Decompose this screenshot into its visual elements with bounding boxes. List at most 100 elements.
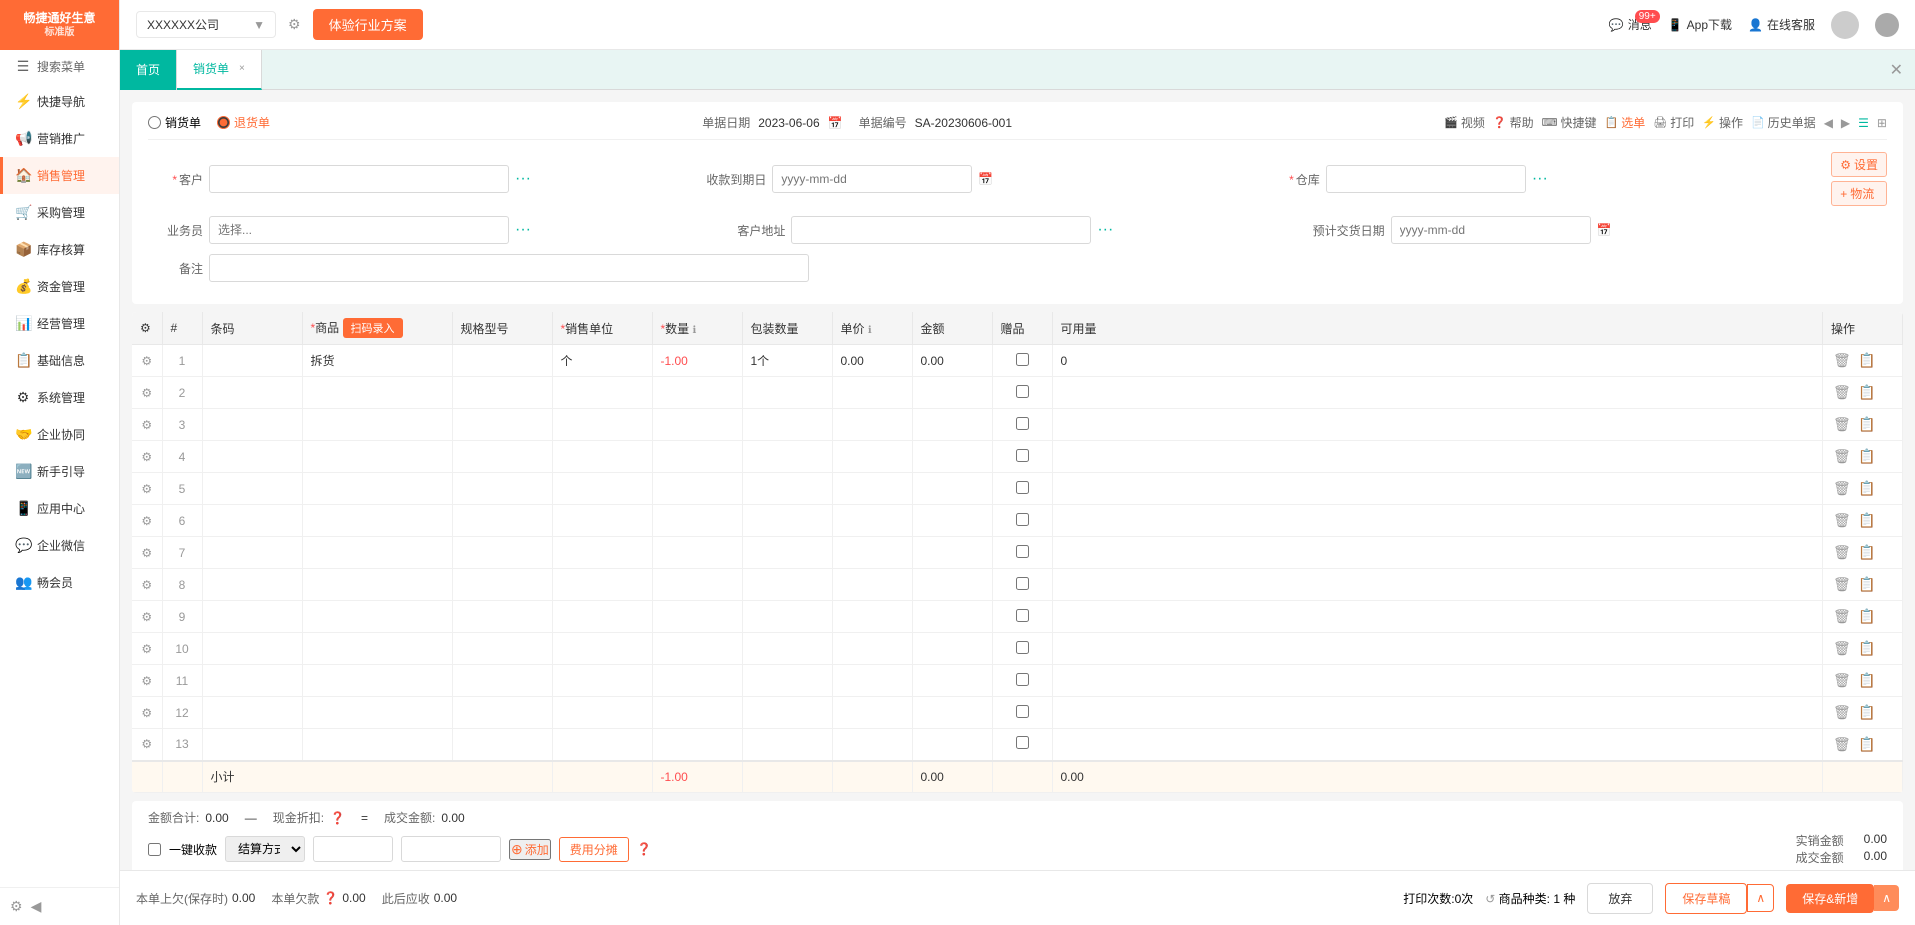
copy-row-btn[interactable]: 📋 [1858,384,1875,400]
grid-view-icon[interactable]: ⊞ [1877,116,1887,130]
row-price[interactable] [832,569,912,601]
row-product[interactable] [302,697,452,729]
row-unit[interactable] [552,441,652,473]
row-unit[interactable] [552,537,652,569]
row-price[interactable] [832,441,912,473]
copy-row-btn[interactable]: 📋 [1858,672,1875,688]
delete-row-btn[interactable]: 🗑 [1833,384,1851,400]
sidebar-item-purchase[interactable]: 🛒 采购管理 [0,194,119,231]
delete-row-btn[interactable]: 🗑 [1833,704,1851,720]
delete-row-btn[interactable]: 🗑 [1833,672,1851,688]
row-pack-qty[interactable] [742,729,832,761]
row-qty[interactable] [652,697,742,729]
trial-button[interactable]: 体验行业方案 [313,9,423,40]
row-product[interactable] [302,729,452,761]
delete-row-btn[interactable]: 🗑 [1833,480,1851,496]
row-gift[interactable] [992,601,1052,633]
row-gift[interactable] [992,345,1052,377]
customer-input[interactable] [209,165,509,193]
setting-button[interactable]: ⚙ 设置 [1831,152,1887,177]
help-btn[interactable]: ❓ 帮助 [1493,114,1534,131]
row-product[interactable] [302,633,452,665]
row-pack-qty[interactable] [742,697,832,729]
row-unit[interactable] [552,697,652,729]
row-spec[interactable] [452,633,552,665]
row-gift[interactable] [992,441,1052,473]
row-amount[interactable] [912,473,992,505]
row-amount[interactable] [912,537,992,569]
sidebar-item-sales[interactable]: 🏠 销售管理 [0,157,119,194]
row-product[interactable] [302,537,452,569]
copy-row-btn[interactable]: 📋 [1858,640,1875,656]
row-spec[interactable] [452,473,552,505]
pick-btn[interactable]: 📋 选单 [1605,114,1646,131]
amount-input[interactable] [401,836,501,862]
row-barcode[interactable] [202,537,302,569]
customer-more-btn[interactable]: ··· [515,170,531,188]
add-payment-button[interactable]: ⊕ 添加 [509,839,551,860]
copy-row-btn[interactable]: 📋 [1858,544,1875,560]
copy-row-btn[interactable]: 📋 [1858,448,1875,464]
tab-close-icon[interactable]: × [239,63,245,74]
row-gift[interactable] [992,633,1052,665]
logistics-button[interactable]: + 物流 [1831,181,1887,206]
receive-date-input[interactable] [772,165,972,193]
row-unit[interactable] [552,665,652,697]
receive-calendar-icon[interactable]: 📅 [978,172,993,186]
row-qty[interactable]: -1.00 [652,345,742,377]
sidebar-item-inventory[interactable]: 📦 库存核算 [0,231,119,268]
row-pack-qty[interactable] [742,537,832,569]
row-spec[interactable] [452,601,552,633]
sidebar-item-apps[interactable]: 📱 应用中心 [0,490,119,527]
copy-row-btn[interactable]: 📋 [1858,512,1875,528]
salesperson-input[interactable] [209,216,509,244]
row-qty[interactable] [652,537,742,569]
list-view-icon[interactable]: ☰ [1858,116,1869,130]
delete-row-btn[interactable]: 🗑 [1833,608,1851,624]
delete-row-btn[interactable]: 🗑 [1833,544,1851,560]
row-amount[interactable] [912,409,992,441]
video-btn[interactable]: 🎬 视频 [1444,114,1485,131]
row-barcode[interactable] [202,377,302,409]
row-qty[interactable] [652,377,742,409]
next-icon[interactable]: ▶ [1841,116,1850,130]
row-spec[interactable] [452,569,552,601]
row-barcode[interactable] [202,569,302,601]
row-amount[interactable] [912,441,992,473]
address-input[interactable] [791,216,1091,244]
copy-row-btn[interactable]: 📋 [1858,480,1875,496]
row-pack-qty[interactable] [742,569,832,601]
row-gift[interactable] [992,729,1052,761]
row-qty[interactable] [652,729,742,761]
history-btn[interactable]: 📄 历史单据 [1751,114,1816,131]
copy-row-btn[interactable]: 📋 [1858,576,1875,592]
row-gift[interactable] [992,537,1052,569]
one-click-pay-checkbox[interactable] [148,843,161,856]
row-qty[interactable] [652,441,742,473]
row-gift[interactable] [992,697,1052,729]
settings-icon[interactable]: ⚙ [10,898,23,915]
row-barcode[interactable] [202,505,302,537]
sidebar-item-wechat[interactable]: 💬 企业微信 [0,527,119,564]
row-price[interactable] [832,377,912,409]
expense-split-button[interactable]: 费用分摊 [559,837,629,862]
row-gift[interactable] [992,665,1052,697]
ops-btn[interactable]: ⚡ 操作 [1702,114,1743,131]
row-product[interactable] [302,601,452,633]
row-price[interactable] [832,537,912,569]
row-pack-qty[interactable] [742,473,832,505]
note-input[interactable] [209,254,809,282]
prev-icon[interactable]: ◀ [1824,116,1833,130]
print-btn[interactable]: 🖨 打印 [1653,114,1694,131]
row-price[interactable] [832,409,912,441]
row-amount[interactable] [912,665,992,697]
row-amount[interactable] [912,505,992,537]
row-unit[interactable] [552,473,652,505]
sidebar-item-system[interactable]: ⚙ 系统管理 [0,379,119,416]
row-unit[interactable] [552,633,652,665]
row-pack-qty[interactable] [742,601,832,633]
copy-row-btn[interactable]: 📋 [1858,416,1875,432]
row-qty[interactable] [652,601,742,633]
row-pack-qty[interactable] [742,377,832,409]
discount-help-icon[interactable]: ❓ [330,811,345,825]
